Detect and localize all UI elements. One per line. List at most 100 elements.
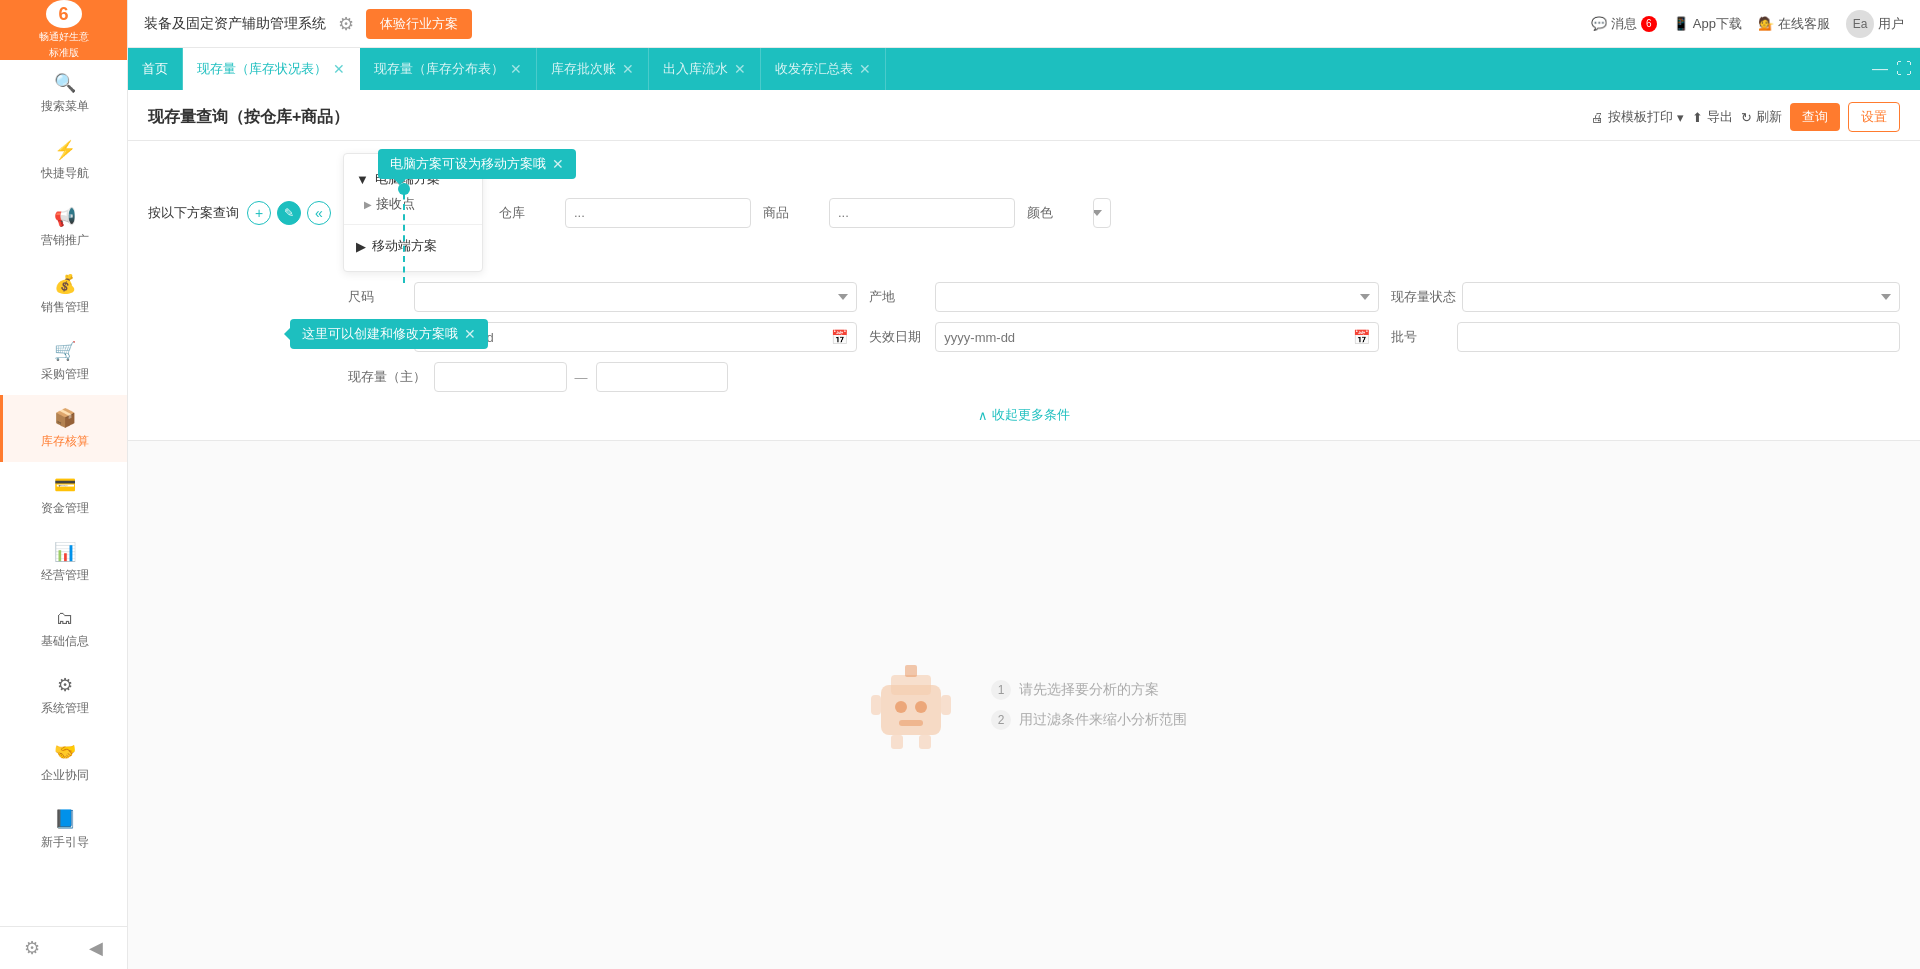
sidebar-item-finance[interactable]: 💳 资金管理 bbox=[0, 462, 127, 529]
page-title: 现存量查询（按仓库+商品） bbox=[148, 107, 349, 128]
support-btn[interactable]: 💁 在线客服 bbox=[1758, 15, 1830, 33]
sidebar-item-operation[interactable]: 📊 经营管理 bbox=[0, 529, 127, 596]
sidebar-collapse-btn[interactable]: ◀ bbox=[89, 937, 103, 959]
sidebar-item-inventory[interactable]: 📦 库存核算 bbox=[0, 395, 127, 462]
sidebar-item-newbie[interactable]: 📘 新手引导 bbox=[0, 796, 127, 863]
tooltip-edit-close-btn[interactable]: ✕ bbox=[464, 326, 476, 342]
tab-close-icon[interactable]: ✕ bbox=[734, 61, 746, 77]
back-scheme-btn[interactable]: « bbox=[307, 201, 331, 225]
expiry-date-wrapper: 📅 bbox=[935, 322, 1378, 352]
tab-close-icon[interactable]: ✕ bbox=[510, 61, 522, 77]
size-select[interactable] bbox=[414, 282, 857, 312]
message-btn[interactable]: 💬 消息 6 bbox=[1591, 15, 1657, 33]
tip-num-1: 1 bbox=[991, 680, 1011, 700]
print-template-btn[interactable]: 🖨 按模板打印 ▾ bbox=[1591, 108, 1684, 126]
warehouse-label: 仓库 bbox=[499, 204, 559, 222]
purchase-icon: 🛒 bbox=[54, 340, 76, 362]
svg-point-3 bbox=[915, 701, 927, 713]
tab-minimize-btn[interactable]: — bbox=[1872, 60, 1888, 78]
tab-maximize-btn[interactable]: ⛶ bbox=[1896, 60, 1912, 78]
stock-qty-max-input[interactable] bbox=[596, 362, 729, 392]
sidebar-menu: 🔍 搜索菜单 ⚡ 快捷导航 📢 营销推广 💰 销售管理 🛒 采购管理 📦 库存核… bbox=[0, 60, 127, 926]
empty-tips: 1 请先选择要分析的方案 2 用过滤条件来缩小分析范围 bbox=[991, 680, 1187, 730]
production-date-calendar-icon[interactable]: 📅 bbox=[831, 329, 848, 345]
logo-icon: 6 bbox=[46, 0, 82, 28]
expiry-date-input[interactable] bbox=[944, 330, 1348, 345]
sidebar-item-label: 资金管理 bbox=[41, 500, 89, 517]
tab-batch-account[interactable]: 库存批次账 ✕ bbox=[537, 48, 649, 90]
origin-select[interactable] bbox=[935, 282, 1378, 312]
tree-arrow-icon: ▶ bbox=[364, 199, 372, 210]
tab-receive-summary-label: 收发存汇总表 bbox=[775, 60, 853, 78]
stock-status-select[interactable] bbox=[1462, 282, 1900, 312]
page-header: 现存量查询（按仓库+商品） 🖨 按模板打印 ▾ ⬆ 导出 ↻ 刷新 bbox=[128, 90, 1920, 141]
edit-scheme-btn[interactable]: ✎ bbox=[277, 201, 301, 225]
tab-inout-flow[interactable]: 出入库流水 ✕ bbox=[649, 48, 761, 90]
empty-tip-2: 2 用过滤条件来缩小分析范围 bbox=[991, 710, 1187, 730]
goods-input[interactable] bbox=[829, 198, 1015, 228]
collapse-arrow-icon: ▼ bbox=[356, 172, 369, 187]
add-scheme-btn[interactable]: + bbox=[247, 201, 271, 225]
scheme-tooltip-bubble: 电脑方案可设为移动方案哦 ✕ bbox=[378, 149, 576, 179]
expiry-date-calendar-icon[interactable]: 📅 bbox=[1353, 329, 1370, 345]
settings-btn[interactable]: 设置 bbox=[1848, 102, 1900, 132]
tab-close-icon[interactable]: ✕ bbox=[622, 61, 634, 77]
tooltip-close-btn[interactable]: ✕ bbox=[552, 156, 564, 172]
filter-row1-fields: 仓库 商品 颜色 bbox=[499, 198, 1900, 228]
topbar-right: 💬 消息 6 📱 App下载 💁 在线客服 Ea 用户 bbox=[1591, 10, 1904, 38]
sidebar-item-purchase[interactable]: 🛒 采购管理 bbox=[0, 328, 127, 395]
page-actions: 🖨 按模板打印 ▾ ⬆ 导出 ↻ 刷新 查询 设置 bbox=[1591, 102, 1900, 132]
sidebar-item-quicknav[interactable]: ⚡ 快捷导航 bbox=[0, 127, 127, 194]
collapse-more-btn[interactable]: ∧ 收起更多条件 bbox=[148, 402, 1900, 428]
stock-qty-separator: — bbox=[575, 370, 588, 385]
stock-qty-min-input[interactable] bbox=[434, 362, 567, 392]
sidebar-item-label: 采购管理 bbox=[41, 366, 89, 383]
filter-stock-qty: 现存量（主） — bbox=[348, 362, 728, 392]
tab-receive-summary[interactable]: 收发存汇总表 ✕ bbox=[761, 48, 886, 90]
batch-no-label: 批号 bbox=[1391, 328, 1451, 346]
refresh-btn[interactable]: ↻ 刷新 bbox=[1741, 108, 1782, 126]
trial-btn[interactable]: 体验行业方案 bbox=[366, 9, 472, 39]
sidebar-settings-btn[interactable]: ⚙ bbox=[24, 937, 40, 959]
tab-home[interactable]: 首页 bbox=[128, 48, 183, 90]
goods-label: 商品 bbox=[763, 204, 823, 222]
size-label: 尺码 bbox=[348, 288, 408, 306]
scheme-tree-item-jieshoudian[interactable]: ▶ 接收点 bbox=[356, 192, 470, 216]
filter-stock-status: 现存量状态 bbox=[1391, 282, 1900, 312]
mobile-scheme-header[interactable]: ▶ 移动端方案 bbox=[356, 233, 470, 259]
svg-rect-4 bbox=[899, 720, 923, 726]
finance-icon: 💳 bbox=[54, 474, 76, 496]
sidebar-item-label: 库存核算 bbox=[41, 433, 89, 450]
warehouse-input[interactable] bbox=[565, 198, 751, 228]
logo-title: 畅通好生意 bbox=[39, 30, 89, 44]
tab-close-icon[interactable]: ✕ bbox=[333, 61, 345, 77]
message-label: 消息 bbox=[1611, 15, 1637, 33]
query-btn[interactable]: 查询 bbox=[1790, 103, 1840, 131]
operation-icon: 📊 bbox=[54, 541, 76, 563]
tab-close-icon[interactable]: ✕ bbox=[859, 61, 871, 77]
sidebar-item-label: 快捷导航 bbox=[41, 165, 89, 182]
user-btn[interactable]: Ea 用户 bbox=[1846, 10, 1904, 38]
message-badge: 6 bbox=[1641, 16, 1657, 32]
tab-inventory-status[interactable]: 现存量（库存状况表） ✕ bbox=[183, 48, 360, 90]
sidebar-item-basic[interactable]: 🗂 基础信息 bbox=[0, 596, 127, 662]
export-btn[interactable]: ⬆ 导出 bbox=[1692, 108, 1733, 126]
sidebar: 6 畅通好生意 标准版 🔍 搜索菜单 ⚡ 快捷导航 📢 营销推广 💰 销售管理 … bbox=[0, 0, 128, 969]
sidebar-item-marketing[interactable]: 📢 营销推广 bbox=[0, 194, 127, 261]
support-label: 在线客服 bbox=[1778, 15, 1830, 33]
app-download-btn[interactable]: 📱 App下载 bbox=[1673, 15, 1742, 33]
sidebar-bottom: ⚙ ◀ bbox=[0, 926, 127, 969]
tab-inventory-dist-label: 现存量（库存分布表） bbox=[374, 60, 504, 78]
user-label: 用户 bbox=[1878, 15, 1904, 33]
sidebar-item-system[interactable]: ⚙ 系统管理 bbox=[0, 662, 127, 729]
message-icon: 💬 bbox=[1591, 16, 1607, 31]
batch-no-input[interactable] bbox=[1457, 322, 1900, 352]
sales-icon: 💰 bbox=[54, 273, 76, 295]
tab-inventory-dist[interactable]: 现存量（库存分布表） ✕ bbox=[360, 48, 537, 90]
sidebar-item-search[interactable]: 🔍 搜索菜单 bbox=[0, 60, 127, 127]
topbar-gear-icon[interactable]: ⚙ bbox=[338, 13, 354, 35]
filter-row4: 现存量（主） — bbox=[348, 362, 1900, 392]
sidebar-item-sales[interactable]: 💰 销售管理 bbox=[0, 261, 127, 328]
color-select[interactable] bbox=[1093, 198, 1111, 228]
sidebar-item-enterprise[interactable]: 🤝 企业协同 bbox=[0, 729, 127, 796]
